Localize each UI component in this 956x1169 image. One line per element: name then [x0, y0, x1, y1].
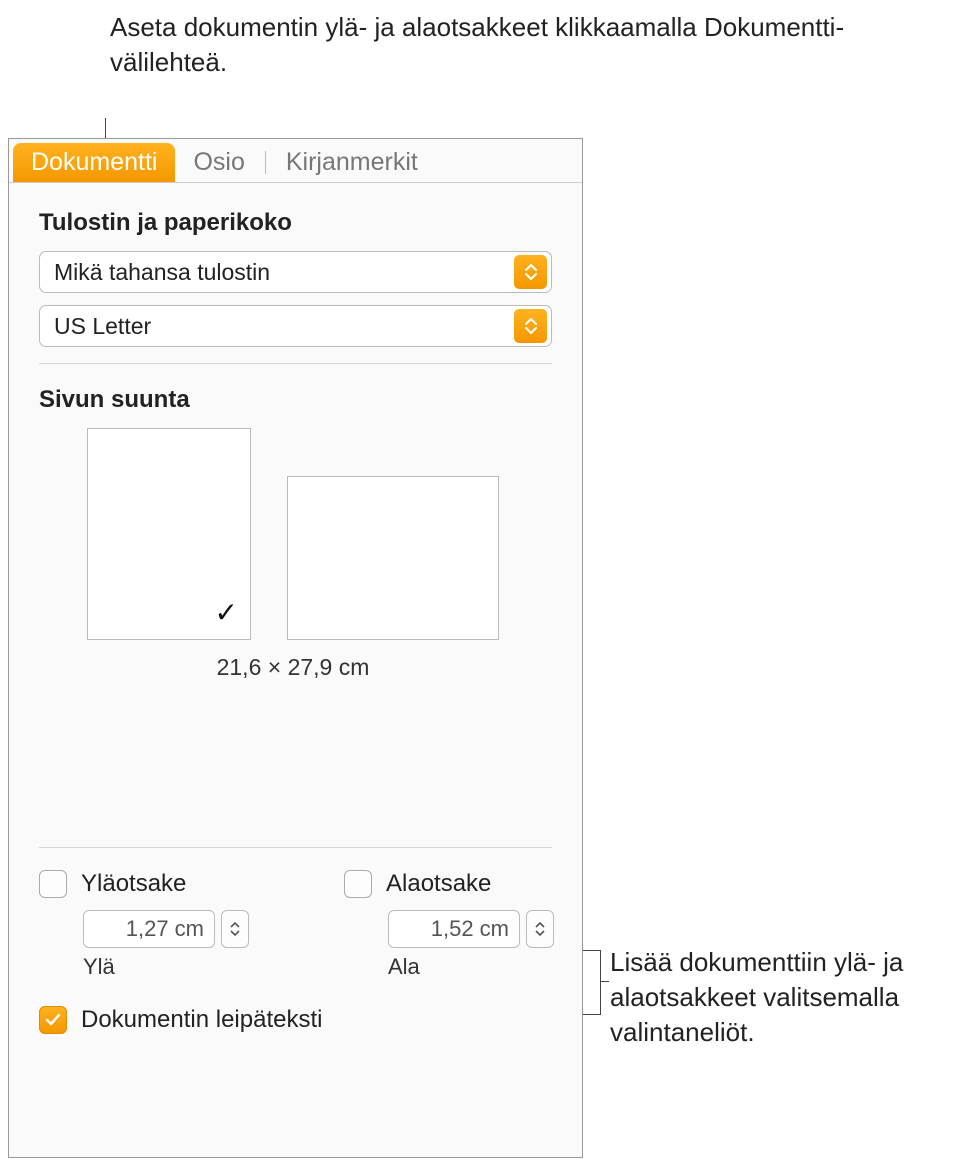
callout-right: Lisää dokumenttiin ylä- ja alaotsakkeet …	[610, 945, 956, 1050]
callout-right-text: Lisää dokumenttiin ylä- ja alaotsakkeet …	[610, 947, 903, 1047]
page-size-label: 21,6 × 27,9 cm	[87, 654, 499, 681]
tab-section-label: Osio	[193, 148, 244, 177]
header-margin-stepper-buttons[interactable]	[221, 910, 249, 948]
callout-top-leader-line	[105, 118, 106, 138]
updown-arrows-icon	[514, 309, 547, 343]
header-margin-sublabel: Ylä	[83, 954, 274, 980]
document-body-checkbox-row: Dokumentin leipäteksti	[39, 1006, 552, 1034]
tab-bookmarks[interactable]: Kirjanmerkit	[268, 143, 436, 182]
orientation-landscape-button[interactable]	[287, 476, 499, 640]
printer-paper-title: Tulostin ja paperikoko	[39, 209, 552, 237]
orientation-portrait-button[interactable]: ✓	[87, 428, 251, 640]
callout-top-text: Aseta dokumentin ylä- ja alaotsakkeet kl…	[110, 12, 844, 77]
footer-margin-value: 1,52 cm	[431, 916, 509, 942]
header-footer-row: Yläotsake 1,27 cm Ylä	[39, 870, 552, 980]
orientation-row: ✓	[87, 428, 552, 640]
header-column: Yläotsake 1,27 cm Ylä	[39, 870, 274, 980]
callout-top: Aseta dokumentin ylä- ja alaotsakkeet kl…	[110, 10, 956, 80]
header-margin-stepper: 1,27 cm	[83, 910, 274, 948]
orientation-title: Sivun suunta	[39, 386, 552, 414]
footer-column: Alaotsake 1,52 cm Ala	[344, 870, 579, 980]
tab-document-label: Dokumentti	[31, 148, 157, 177]
updown-arrows-icon	[514, 255, 547, 289]
tab-separator	[265, 151, 266, 174]
document-body-checkbox-label: Dokumentin leipäteksti	[81, 1006, 322, 1034]
tab-bar: Dokumentti Osio Kirjanmerkit	[9, 139, 582, 183]
document-inspector-panel: Dokumentti Osio Kirjanmerkit Tulostin ja…	[8, 138, 583, 1158]
footer-margin-field[interactable]: 1,52 cm	[388, 910, 520, 948]
checkmark-icon: ✓	[215, 596, 238, 629]
footer-checkbox[interactable]	[344, 870, 372, 898]
header-checkbox-row: Yläotsake	[39, 870, 274, 898]
callout-right-tick	[601, 981, 609, 982]
footer-margin-stepper: 1,52 cm	[388, 910, 579, 948]
section-divider	[39, 847, 552, 848]
paper-size-popup-value: US Letter	[54, 313, 151, 340]
header-checkbox[interactable]	[39, 870, 67, 898]
panel-body: Tulostin ja paperikoko Mikä tahansa tulo…	[9, 183, 582, 1072]
footer-checkbox-row: Alaotsake	[344, 870, 579, 898]
section-divider	[39, 363, 552, 364]
tab-bookmarks-label: Kirjanmerkit	[286, 148, 418, 177]
footer-checkbox-label: Alaotsake	[386, 870, 491, 898]
tab-section[interactable]: Osio	[175, 143, 262, 182]
header-margin-field[interactable]: 1,27 cm	[83, 910, 215, 948]
header-margin-value: 1,27 cm	[126, 916, 204, 942]
printer-popup[interactable]: Mikä tahansa tulostin	[39, 251, 552, 293]
document-body-checkbox[interactable]	[39, 1006, 67, 1034]
footer-margin-sublabel: Ala	[388, 954, 579, 980]
paper-size-popup[interactable]: US Letter	[39, 305, 552, 347]
header-checkbox-label: Yläotsake	[81, 870, 186, 898]
footer-margin-stepper-buttons[interactable]	[526, 910, 554, 948]
printer-popup-value: Mikä tahansa tulostin	[54, 259, 270, 286]
callout-right-bracket	[583, 950, 601, 1015]
tab-document[interactable]: Dokumentti	[13, 143, 175, 182]
